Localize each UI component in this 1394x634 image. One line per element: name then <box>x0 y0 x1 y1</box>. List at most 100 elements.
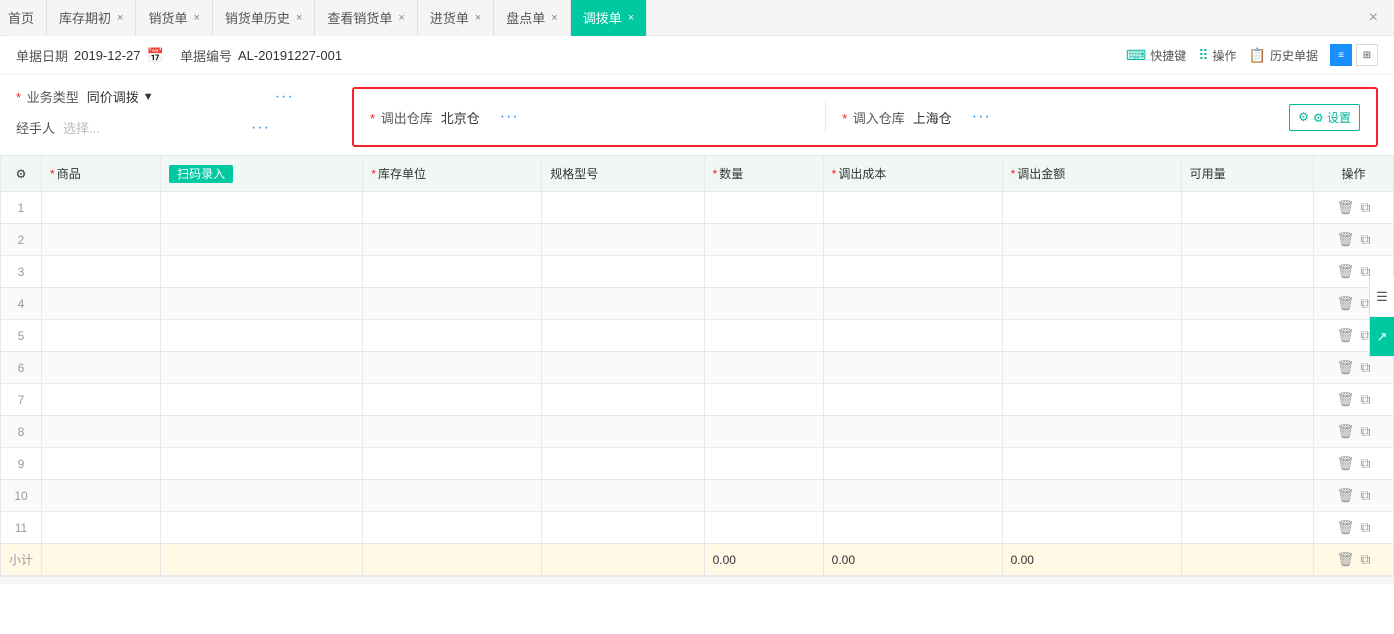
cost-cell[interactable] <box>823 224 1002 256</box>
side-tool-list[interactable]: ☰ <box>1370 277 1394 317</box>
product-cell[interactable] <box>42 224 161 256</box>
amount-cell[interactable] <box>1002 448 1181 480</box>
qty-cell[interactable] <box>704 192 823 224</box>
qty-cell[interactable] <box>704 224 823 256</box>
product-cell[interactable] <box>42 256 161 288</box>
delete-icon[interactable]: 🗑 <box>1337 487 1355 504</box>
tab-sales-order[interactable]: 销货单 × <box>136 0 212 36</box>
spec-cell[interactable] <box>542 256 704 288</box>
business-type-select[interactable]: 同价调拨 ▼ <box>87 87 267 106</box>
cost-cell[interactable] <box>823 480 1002 512</box>
warehouse-in-more[interactable]: ··· <box>972 108 991 126</box>
unit-cell[interactable] <box>363 320 542 352</box>
copy-icon[interactable]: ⧉ <box>1360 391 1370 408</box>
cost-cell[interactable] <box>823 192 1002 224</box>
delete-icon[interactable]: 🗑 <box>1337 231 1355 248</box>
unit-cell[interactable] <box>363 224 542 256</box>
tab-purchase-order[interactable]: 进货单 × <box>418 0 494 36</box>
amount-cell[interactable] <box>1002 224 1181 256</box>
tab-transfer[interactable]: 调拨单 × <box>571 0 647 36</box>
spec-cell[interactable] <box>542 192 704 224</box>
unit-cell[interactable] <box>363 192 542 224</box>
product-cell[interactable] <box>42 352 161 384</box>
spec-cell[interactable] <box>542 224 704 256</box>
tab-sales-history[interactable]: 销货单历史 × <box>213 0 315 36</box>
calendar-icon[interactable]: 📅 <box>147 47 164 64</box>
tab-inventory[interactable]: 盘点单 × <box>494 0 570 36</box>
amount-cell[interactable] <box>1002 192 1181 224</box>
shortcut-btn[interactable]: ⌨ 快捷键 <box>1126 47 1186 64</box>
amount-cell[interactable] <box>1002 512 1181 544</box>
layout-list-icon[interactable]: ≡ <box>1330 44 1352 66</box>
tab-close-transfer[interactable]: × <box>628 12 634 24</box>
product-cell[interactable] <box>42 384 161 416</box>
delete-icon[interactable]: 🗑 <box>1337 455 1355 472</box>
copy-icon[interactable]: ⧉ <box>1360 231 1370 248</box>
cost-cell[interactable] <box>823 256 1002 288</box>
th-gear[interactable]: ⚙ <box>1 156 42 192</box>
amount-cell[interactable] <box>1002 352 1181 384</box>
tab-close-view-sales[interactable]: × <box>398 12 404 24</box>
qty-cell[interactable] <box>704 256 823 288</box>
bottom-scrollbar[interactable] <box>0 576 1394 584</box>
amount-cell[interactable] <box>1002 480 1181 512</box>
cost-cell[interactable] <box>823 416 1002 448</box>
qty-cell[interactable] <box>704 480 823 512</box>
delete-icon[interactable]: 🗑 <box>1337 327 1355 344</box>
unit-cell[interactable] <box>363 384 542 416</box>
unit-cell[interactable] <box>363 352 542 384</box>
delete-icon[interactable]: 🗑 <box>1337 423 1355 440</box>
tab-initial-stock[interactable]: 库存期初 × <box>47 0 136 36</box>
unit-cell[interactable] <box>363 256 542 288</box>
copy-icon[interactable]: ⧉ <box>1360 519 1370 536</box>
tab-home[interactable]: 首页 <box>8 0 47 36</box>
spec-cell[interactable] <box>542 352 704 384</box>
tab-close-initial-stock[interactable]: × <box>117 12 123 24</box>
product-cell[interactable] <box>42 192 161 224</box>
delete-icon[interactable]: 🗑 <box>1337 199 1355 216</box>
cost-cell[interactable] <box>823 512 1002 544</box>
spec-cell[interactable] <box>542 416 704 448</box>
amount-cell[interactable] <box>1002 288 1181 320</box>
cost-cell[interactable] <box>823 288 1002 320</box>
spec-cell[interactable] <box>542 384 704 416</box>
amount-cell[interactable] <box>1002 256 1181 288</box>
delete-icon[interactable]: 🗑 <box>1337 519 1355 536</box>
qty-cell[interactable] <box>704 288 823 320</box>
history-btn[interactable]: 📋 历史单据 <box>1249 47 1318 64</box>
unit-cell[interactable] <box>363 480 542 512</box>
spec-cell[interactable] <box>542 448 704 480</box>
unit-cell[interactable] <box>363 416 542 448</box>
delete-icon[interactable]: 🗑 <box>1337 295 1355 312</box>
tab-close-inventory[interactable]: × <box>551 12 557 24</box>
layout-grid-icon[interactable]: ⊞ <box>1356 44 1378 66</box>
side-tool-export[interactable]: ↗ <box>1370 317 1394 357</box>
copy-icon[interactable]: ⧉ <box>1360 487 1370 504</box>
setting-button[interactable]: ⚙ ⚙ 设置 <box>1289 104 1360 131</box>
cost-cell[interactable] <box>823 320 1002 352</box>
product-cell[interactable] <box>42 448 161 480</box>
copy-icon-sub[interactable]: ⧉ <box>1360 551 1370 568</box>
cost-cell[interactable] <box>823 384 1002 416</box>
scan-button[interactable]: 扫码录入 <box>169 165 233 183</box>
unit-cell[interactable] <box>363 512 542 544</box>
unit-cell[interactable] <box>363 448 542 480</box>
product-cell[interactable] <box>42 288 161 320</box>
tab-close-purchase-order[interactable]: × <box>475 12 481 24</box>
warehouse-out-more[interactable]: ··· <box>500 108 519 126</box>
amount-cell[interactable] <box>1002 384 1181 416</box>
spec-cell[interactable] <box>542 480 704 512</box>
cost-cell[interactable] <box>823 352 1002 384</box>
qty-cell[interactable] <box>704 384 823 416</box>
cost-cell[interactable] <box>823 448 1002 480</box>
amount-cell[interactable] <box>1002 416 1181 448</box>
tab-view-sales[interactable]: 查看销货单 × <box>315 0 417 36</box>
spec-cell[interactable] <box>542 320 704 352</box>
tab-close-sales-history[interactable]: × <box>296 12 302 24</box>
copy-icon[interactable]: ⧉ <box>1360 423 1370 440</box>
product-cell[interactable] <box>42 416 161 448</box>
copy-icon[interactable]: ⧉ <box>1360 455 1370 472</box>
copy-icon[interactable]: ⧉ <box>1360 359 1370 376</box>
product-cell[interactable] <box>42 480 161 512</box>
product-cell[interactable] <box>42 512 161 544</box>
